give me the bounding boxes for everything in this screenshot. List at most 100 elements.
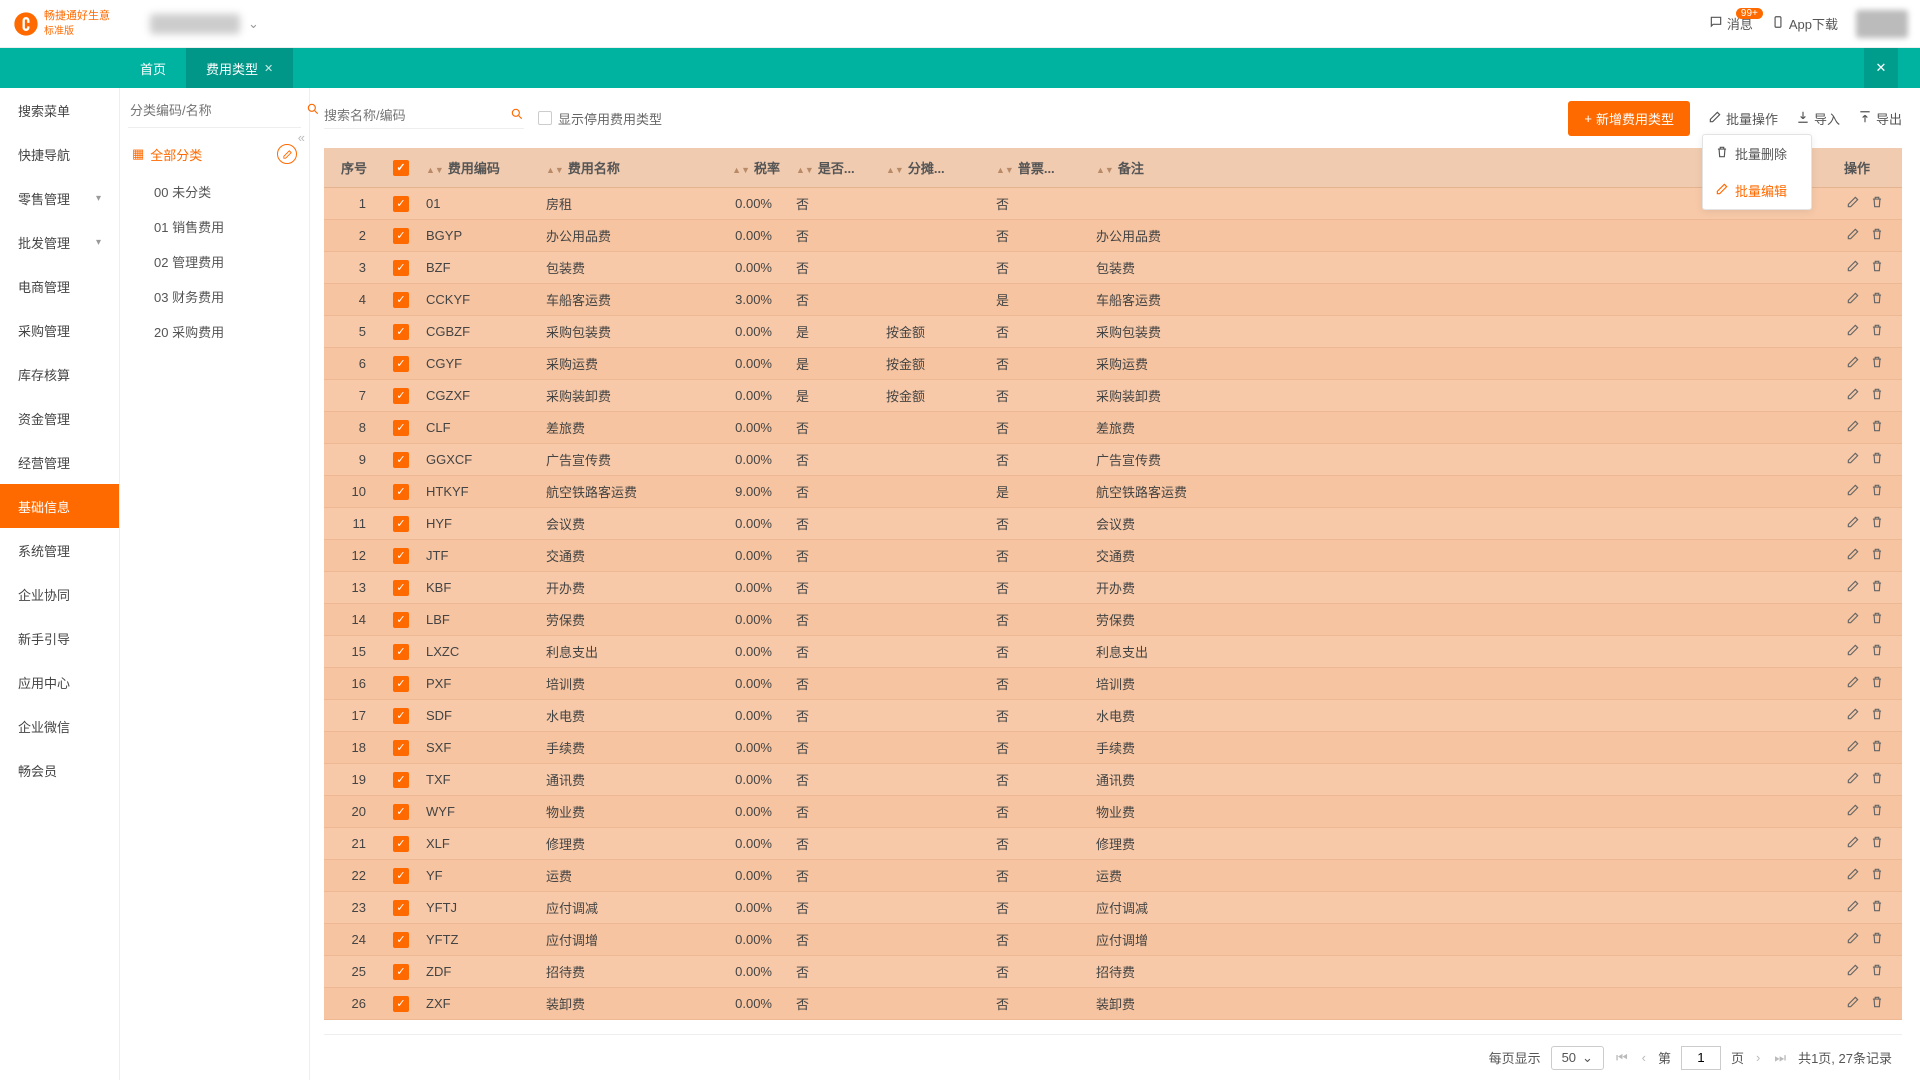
delete-row-icon[interactable] [1870, 579, 1884, 596]
row-checkbox[interactable]: ✓ [384, 252, 418, 284]
edit-row-icon[interactable] [1846, 611, 1860, 628]
category-item[interactable]: 02 管理费用 [150, 244, 301, 279]
row-checkbox[interactable]: ✓ [384, 636, 418, 668]
delete-row-icon[interactable] [1870, 419, 1884, 436]
collapse-panel-icon[interactable]: « [298, 130, 305, 145]
per-page-select[interactable]: 50 ⌄ [1551, 1046, 1604, 1070]
new-expense-type-button[interactable]: + 新增费用类型 [1568, 101, 1690, 136]
delete-row-icon[interactable] [1870, 739, 1884, 756]
sidebar-item[interactable]: 新手引导 [0, 616, 119, 660]
row-checkbox[interactable]: ✓ [384, 892, 418, 924]
row-checkbox[interactable]: ✓ [384, 380, 418, 412]
last-page-button[interactable]: ⏭ [1772, 1050, 1788, 1066]
delete-row-icon[interactable] [1870, 899, 1884, 916]
edit-row-icon[interactable] [1846, 995, 1860, 1012]
close-all-tabs[interactable]: ✕ [1864, 48, 1898, 88]
app-download-link[interactable]: App下载 [1771, 14, 1838, 33]
edit-row-icon[interactable] [1846, 451, 1860, 468]
delete-row-icon[interactable] [1870, 451, 1884, 468]
row-checkbox[interactable]: ✓ [384, 508, 418, 540]
delete-row-icon[interactable] [1870, 707, 1884, 724]
edit-row-icon[interactable] [1846, 867, 1860, 884]
delete-row-icon[interactable] [1870, 323, 1884, 340]
row-checkbox[interactable]: ✓ [384, 444, 418, 476]
row-checkbox[interactable]: ✓ [384, 668, 418, 700]
row-checkbox[interactable]: ✓ [384, 188, 418, 220]
show-disabled-checkbox[interactable]: 显示停用费用类型 [538, 109, 662, 128]
delete-row-icon[interactable] [1870, 675, 1884, 692]
delete-row-icon[interactable] [1870, 931, 1884, 948]
row-checkbox[interactable]: ✓ [384, 988, 418, 1020]
row-checkbox[interactable]: ✓ [384, 924, 418, 956]
col-bool1[interactable]: ▲▼是否... [788, 148, 878, 188]
row-checkbox[interactable]: ✓ [384, 572, 418, 604]
delete-row-icon[interactable] [1870, 483, 1884, 500]
user-avatar[interactable] [1856, 10, 1908, 38]
delete-row-icon[interactable] [1870, 803, 1884, 820]
batch-operations-link[interactable]: 批量操作 [1708, 109, 1778, 128]
delete-row-icon[interactable] [1870, 387, 1884, 404]
delete-row-icon[interactable] [1870, 643, 1884, 660]
delete-row-icon[interactable] [1870, 515, 1884, 532]
close-icon[interactable]: ✕ [264, 62, 273, 75]
edit-row-icon[interactable] [1846, 291, 1860, 308]
delete-row-icon[interactable] [1870, 611, 1884, 628]
row-checkbox[interactable]: ✓ [384, 796, 418, 828]
row-checkbox[interactable]: ✓ [384, 700, 418, 732]
edit-row-icon[interactable] [1846, 355, 1860, 372]
edit-row-icon[interactable] [1846, 227, 1860, 244]
edit-row-icon[interactable] [1846, 899, 1860, 916]
sidebar-item[interactable]: 快捷导航 [0, 132, 119, 176]
delete-row-icon[interactable] [1870, 259, 1884, 276]
delete-row-icon[interactable] [1870, 195, 1884, 212]
row-checkbox[interactable]: ✓ [384, 732, 418, 764]
edit-row-icon[interactable] [1846, 323, 1860, 340]
edit-row-icon[interactable] [1846, 675, 1860, 692]
category-item[interactable]: 00 未分类 [150, 174, 301, 209]
first-page-button[interactable]: ⏮ [1614, 1050, 1630, 1066]
edit-category-icon[interactable] [277, 144, 297, 164]
edit-row-icon[interactable] [1846, 643, 1860, 660]
col-pupiao[interactable]: ▲▼普票... [988, 148, 1088, 188]
sidebar-item[interactable]: 资金管理 [0, 396, 119, 440]
batch-edit-item[interactable]: 批量编辑 [1703, 172, 1811, 209]
edit-row-icon[interactable] [1846, 579, 1860, 596]
shop-selector[interactable]: ⌄ [150, 14, 259, 34]
delete-row-icon[interactable] [1870, 835, 1884, 852]
row-checkbox[interactable]: ✓ [384, 540, 418, 572]
edit-row-icon[interactable] [1846, 515, 1860, 532]
table-search-input[interactable] [324, 108, 502, 123]
edit-row-icon[interactable] [1846, 707, 1860, 724]
export-link[interactable]: 导出 [1858, 109, 1902, 128]
edit-row-icon[interactable] [1846, 387, 1860, 404]
col-code[interactable]: ▲▼费用编码 [418, 148, 538, 188]
delete-row-icon[interactable] [1870, 995, 1884, 1012]
tab-expense-type[interactable]: 费用类型 ✕ [186, 48, 293, 88]
col-alloc[interactable]: ▲▼分摊... [878, 148, 988, 188]
sidebar-item[interactable]: 电商管理 [0, 264, 119, 308]
expense-table-wrap[interactable]: 序号 ✓ ▲▼费用编码 ▲▼费用名称 ▲▼税率 ▲▼是否... ▲▼分摊... … [324, 148, 1902, 1034]
messages-link[interactable]: 消息 99+ [1709, 14, 1753, 33]
col-select-all[interactable]: ✓ [384, 148, 418, 188]
col-rate[interactable]: ▲▼税率 [698, 148, 788, 188]
row-checkbox[interactable]: ✓ [384, 284, 418, 316]
row-checkbox[interactable]: ✓ [384, 348, 418, 380]
row-checkbox[interactable]: ✓ [384, 316, 418, 348]
edit-row-icon[interactable] [1846, 195, 1860, 212]
row-checkbox[interactable]: ✓ [384, 764, 418, 796]
delete-row-icon[interactable] [1870, 355, 1884, 372]
edit-row-icon[interactable] [1846, 963, 1860, 980]
category-item[interactable]: 01 销售费用 [150, 209, 301, 244]
sidebar-item[interactable]: 企业协同 [0, 572, 119, 616]
edit-row-icon[interactable] [1846, 931, 1860, 948]
sidebar-item[interactable]: 畅会员 [0, 748, 119, 792]
delete-row-icon[interactable] [1870, 867, 1884, 884]
category-search-input[interactable] [130, 103, 306, 118]
edit-row-icon[interactable] [1846, 419, 1860, 436]
delete-row-icon[interactable] [1870, 771, 1884, 788]
row-checkbox[interactable]: ✓ [384, 828, 418, 860]
row-checkbox[interactable]: ✓ [384, 220, 418, 252]
sidebar-item[interactable]: 应用中心 [0, 660, 119, 704]
category-all[interactable]: ▦ 全部分类 [128, 138, 301, 170]
delete-row-icon[interactable] [1870, 547, 1884, 564]
